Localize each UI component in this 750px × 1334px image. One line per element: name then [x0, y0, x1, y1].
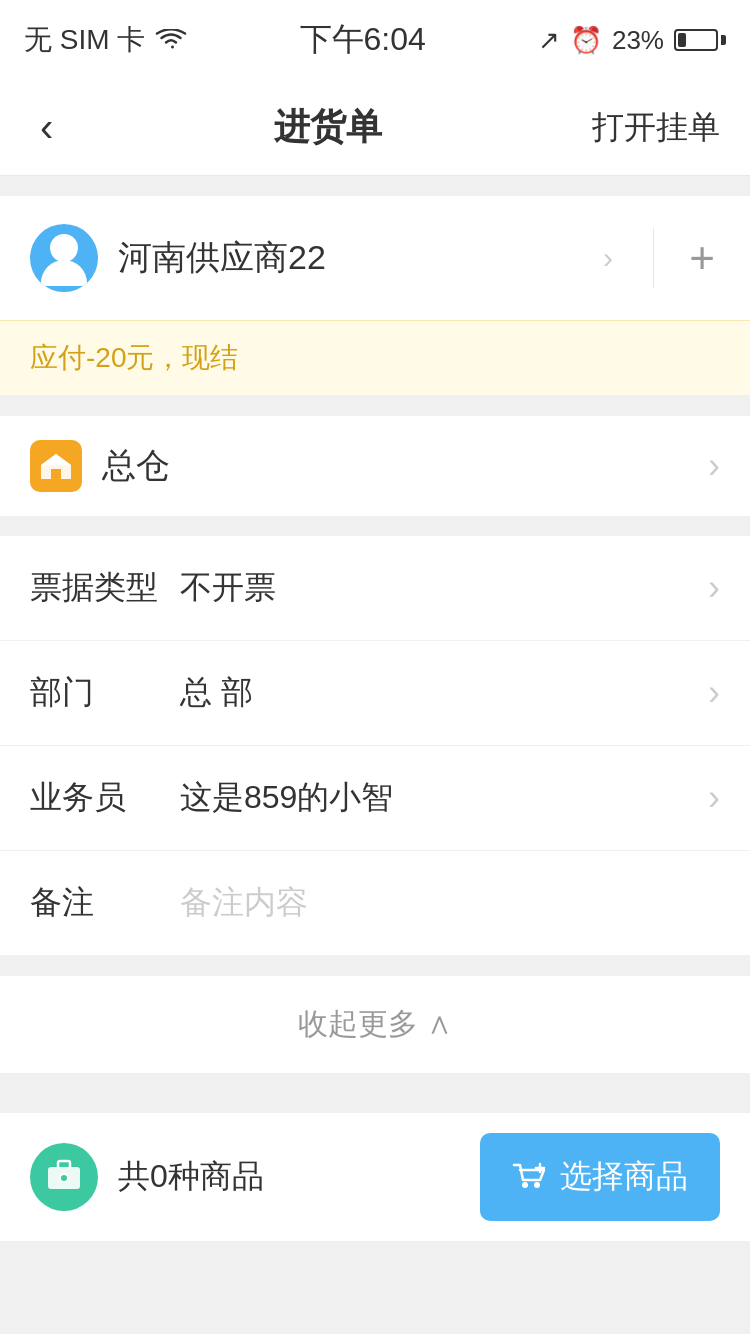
warehouse-row[interactable]: 总仓	[0, 415, 750, 516]
invoice-type-value: 不开票	[180, 566, 708, 610]
department-chevron-icon	[708, 672, 720, 714]
notice-bar: 应付-20元，现结	[0, 320, 750, 395]
supplier-section: 河南供应商22 › + 应付-20元，现结	[0, 196, 750, 395]
warehouse-icon	[30, 440, 82, 492]
warehouse-name: 总仓	[102, 443, 708, 489]
invoice-type-label: 票据类型	[30, 566, 160, 610]
salesperson-label: 业务员	[30, 776, 160, 820]
location-icon: ↗	[538, 25, 560, 56]
separator-top	[0, 176, 750, 196]
supplier-name: 河南供应商22	[118, 235, 326, 281]
product-count-label: 共0种商品	[118, 1155, 480, 1199]
warehouse-chevron-icon	[708, 445, 720, 487]
product-icon	[30, 1143, 98, 1211]
notice-text: 应付-20元，现结	[30, 342, 238, 373]
warehouse-section: 总仓	[0, 415, 750, 516]
remark-input[interactable]: 备注内容	[180, 881, 720, 925]
department-label: 部门	[30, 671, 160, 715]
carrier-label: 无 SIM 卡	[24, 21, 145, 59]
svg-point-2	[60, 1174, 68, 1182]
svg-point-4	[534, 1182, 540, 1188]
status-right: ↗ ⏰ 23%	[538, 25, 726, 56]
empty-area	[0, 1241, 750, 1334]
supplier-chevron-icon: ›	[603, 241, 613, 275]
form-section: 票据类型 不开票 部门 总 部 业务员 这是859的小智 备注 备注内容	[0, 536, 750, 955]
remark-row[interactable]: 备注 备注内容	[0, 851, 750, 955]
add-supplier-button[interactable]: +	[654, 213, 750, 303]
nav-bar: ‹ 进货单 打开挂单	[0, 80, 750, 176]
separator-2	[0, 1073, 750, 1093]
wifi-icon	[155, 29, 187, 51]
status-time: 下午6:04	[300, 18, 426, 62]
select-cart-icon	[512, 1162, 548, 1192]
invoice-type-row[interactable]: 票据类型 不开票	[0, 536, 750, 641]
avatar-person-icon	[30, 224, 98, 292]
remark-label: 备注	[30, 881, 160, 925]
battery-percentage: 23%	[612, 25, 664, 56]
department-row[interactable]: 部门 总 部	[0, 641, 750, 746]
invoice-type-chevron-icon	[708, 567, 720, 609]
salesperson-chevron-icon	[708, 777, 720, 819]
select-product-button[interactable]: 选择商品	[480, 1133, 720, 1221]
collapse-row[interactable]: 收起更多 ∧	[0, 975, 750, 1073]
page-title: 进货单	[274, 103, 382, 152]
bottom-bar: 共0种商品 选择商品	[0, 1113, 750, 1241]
supplier-row[interactable]: 河南供应商22 › +	[0, 196, 750, 320]
back-button[interactable]: ‹	[30, 95, 63, 160]
salesperson-value: 这是859的小智	[180, 776, 708, 820]
battery-indicator	[674, 29, 726, 51]
collapse-label: 收起更多 ∧	[298, 1004, 451, 1045]
supplier-main[interactable]: 河南供应商22 ›	[0, 196, 653, 320]
svg-rect-0	[51, 469, 61, 479]
select-product-label: 选择商品	[560, 1155, 688, 1199]
salesperson-row[interactable]: 业务员 这是859的小智	[0, 746, 750, 851]
open-pending-button[interactable]: 打开挂单	[592, 106, 720, 150]
alarm-icon: ⏰	[570, 25, 602, 56]
status-bar: 无 SIM 卡 下午6:04 ↗ ⏰ 23%	[0, 0, 750, 80]
status-left: 无 SIM 卡	[24, 21, 187, 59]
separator-1	[0, 395, 750, 415]
department-value: 总 部	[180, 671, 708, 715]
svg-point-3	[522, 1182, 528, 1188]
avatar	[30, 224, 98, 292]
